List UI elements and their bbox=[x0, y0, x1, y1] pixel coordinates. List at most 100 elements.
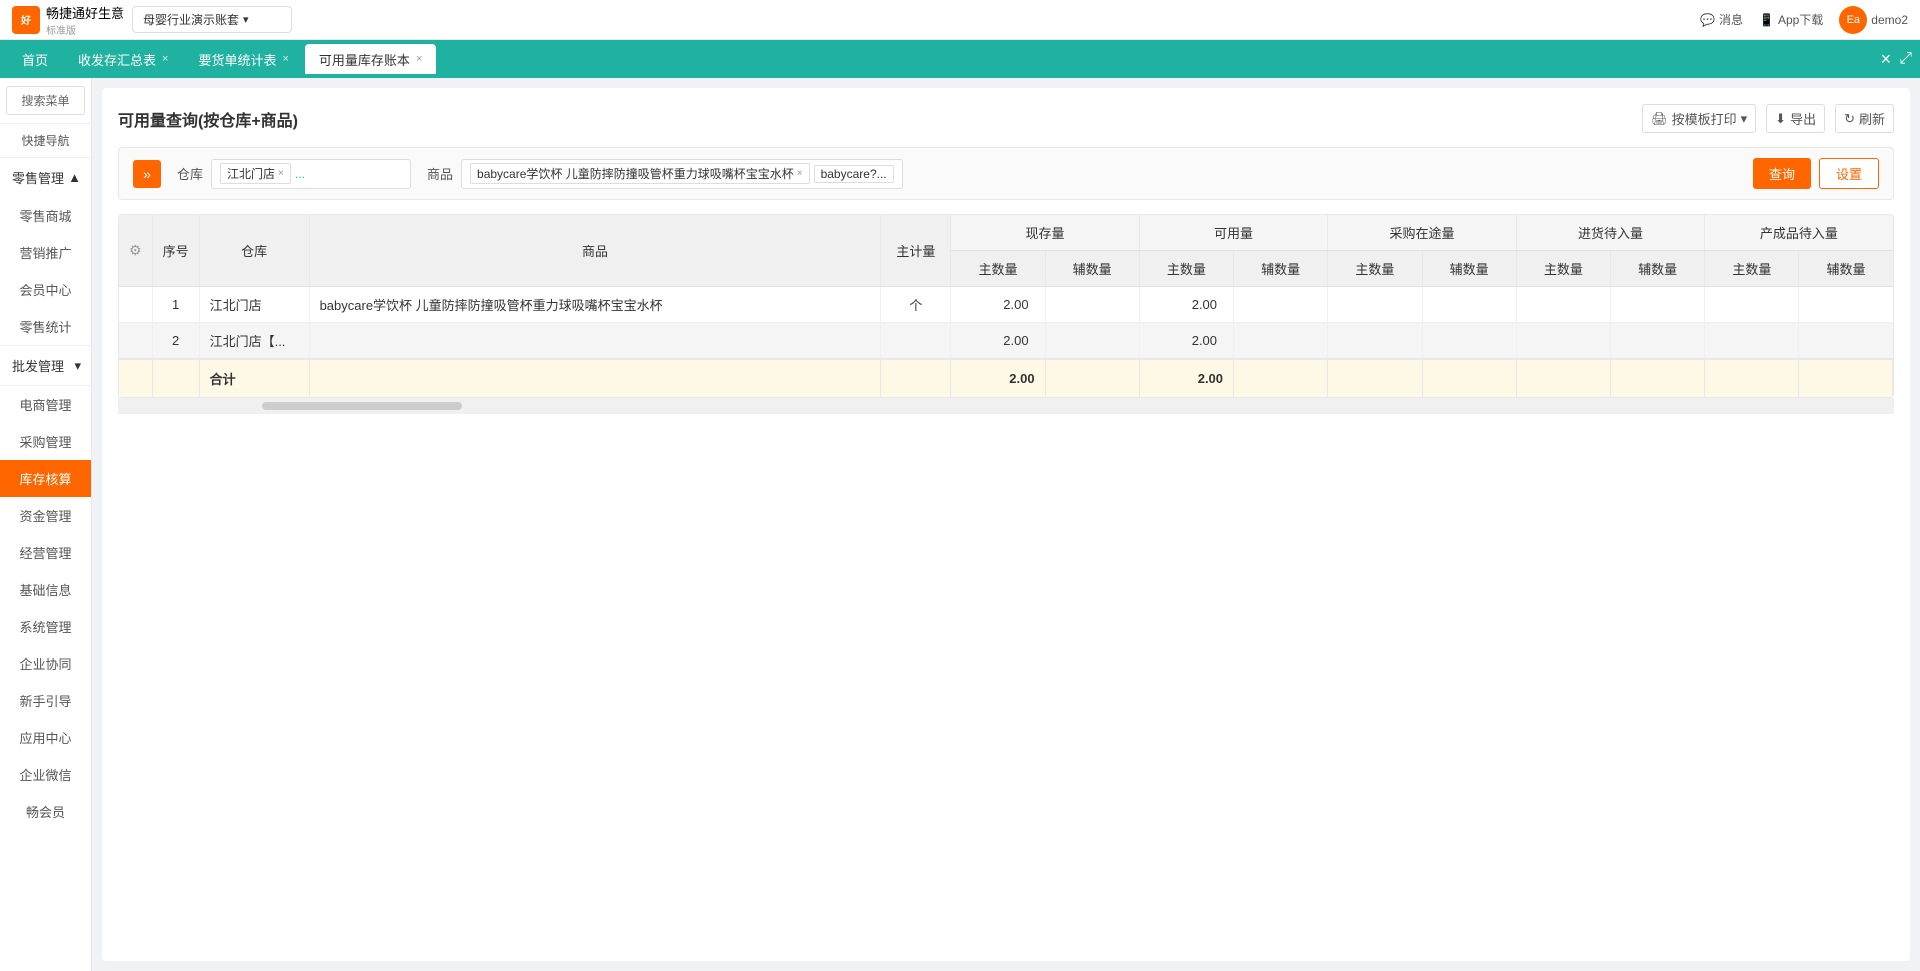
warehouse-tag-input[interactable]: 江北门店 × ... bbox=[211, 159, 411, 189]
setting-button[interactable]: 设置 bbox=[1819, 158, 1879, 189]
th-purchase-transit: 采购在途量 bbox=[1328, 215, 1516, 251]
sidebar-item-retail-stats[interactable]: 零售统计 bbox=[0, 308, 91, 345]
cell-current-sub-1 bbox=[1045, 287, 1139, 323]
th-pp-sub: 辅数量 bbox=[1610, 251, 1704, 287]
footer-prod-sub bbox=[1799, 359, 1893, 397]
message-button[interactable]: 💬 消息 bbox=[1700, 11, 1743, 28]
page-header: 可用量查询(按仓库+商品) 🖨 按模板打印 ▾ ⬇ 导出 ↻ 刷新 bbox=[118, 104, 1894, 133]
tab-home[interactable]: 首页 bbox=[8, 44, 62, 74]
warehouse-filter: 仓库 江北门店 × ... bbox=[177, 159, 411, 189]
close-all-tabs-button[interactable]: × bbox=[1881, 49, 1892, 70]
page-container: 可用量查询(按仓库+商品) 🖨 按模板打印 ▾ ⬇ 导出 ↻ 刷新 bbox=[102, 88, 1910, 961]
export-icon: ⬇ bbox=[1775, 111, 1786, 127]
sidebar-item-purchase[interactable]: 采购管理 bbox=[0, 423, 91, 460]
sidebar-section-retail-header[interactable]: 零售管理 ▲ bbox=[0, 158, 91, 197]
content-area: 可用量查询(按仓库+商品) 🖨 按模板打印 ▾ ⬇ 导出 ↻ 刷新 bbox=[92, 78, 1920, 971]
app-download-button[interactable]: 📱 App下载 bbox=[1759, 11, 1823, 28]
user-name: demo2 bbox=[1871, 13, 1908, 27]
cell-pt-main-1 bbox=[1328, 287, 1422, 323]
sidebar-item-newbie[interactable]: 新手引导 bbox=[0, 682, 91, 719]
query-button[interactable]: 查询 bbox=[1753, 158, 1811, 189]
tab-close-available[interactable]: × bbox=[416, 53, 422, 65]
user-menu[interactable]: Ea demo2 bbox=[1839, 6, 1908, 34]
footer-label: 合计 bbox=[199, 359, 309, 397]
sidebar-item-wechat[interactable]: 企业微信 bbox=[0, 756, 91, 793]
logo-text: 畅捷通好生意 标准版 bbox=[46, 3, 124, 37]
horizontal-scrollbar[interactable] bbox=[118, 398, 1894, 414]
warehouse-tag-0: 江北门店 × bbox=[220, 163, 291, 184]
export-button[interactable]: ⬇ 导出 bbox=[1766, 104, 1825, 133]
top-bar-left: 好 畅捷通好生意 标准版 母婴行业演示账套 ▾ bbox=[12, 3, 292, 37]
filter-expand-button[interactable]: » bbox=[133, 160, 161, 188]
tab-available[interactable]: 可用量库存账本 × bbox=[305, 44, 436, 74]
th-available-main: 主数量 bbox=[1139, 251, 1233, 287]
app-icon: 📱 bbox=[1759, 13, 1774, 27]
sidebar-search-area: 搜索菜单 bbox=[0, 78, 91, 124]
cell-available-sub-1 bbox=[1234, 287, 1328, 323]
sidebar-item-member[interactable]: 畅会员 bbox=[0, 793, 91, 830]
sidebar-item-finance[interactable]: 资金管理 bbox=[0, 497, 91, 534]
footer-product bbox=[309, 359, 881, 397]
avatar: Ea bbox=[1839, 6, 1867, 34]
sidebar-item-basic[interactable]: 基础信息 bbox=[0, 571, 91, 608]
cell-unit-1: 个 bbox=[881, 287, 951, 323]
th-production-pending: 产成品待入量 bbox=[1705, 215, 1893, 251]
cell-product-1: babycare学饮杯 儿童防摔防撞吸管杯重力球吸嘴杯宝宝水杯 bbox=[309, 287, 881, 323]
table-footer-row: 合计 2.00 2.00 bbox=[119, 359, 1893, 397]
footer-prod-main bbox=[1705, 359, 1799, 397]
warehouse-label: 仓库 bbox=[177, 164, 203, 183]
scroll-thumb[interactable] bbox=[262, 402, 462, 410]
sidebar-item-app-center[interactable]: 应用中心 bbox=[0, 719, 91, 756]
sidebar-item-inventory[interactable]: 库存核算 bbox=[0, 460, 91, 497]
search-menu-button[interactable]: 搜索菜单 bbox=[6, 86, 85, 115]
sidebar-item-marketing[interactable]: 营销推广 bbox=[0, 234, 91, 271]
sidebar-item-system[interactable]: 系统管理 bbox=[0, 608, 91, 645]
sidebar-item-members[interactable]: 会员中心 bbox=[0, 271, 91, 308]
cell-gear-2 bbox=[119, 323, 152, 360]
print-button[interactable]: 🖨 按模板打印 ▾ bbox=[1642, 104, 1756, 133]
product-tag-close-0[interactable]: × bbox=[797, 168, 803, 179]
th-pp-main: 主数量 bbox=[1516, 251, 1610, 287]
product-tag-input[interactable]: babycare学饮杯 儿童防摔防撞吸管杯重力球吸嘴杯宝宝水杯 × babyca… bbox=[461, 159, 903, 189]
quick-nav-button[interactable]: 快捷导航 bbox=[0, 124, 91, 158]
cell-prod-sub-2 bbox=[1799, 323, 1893, 360]
footer-gear bbox=[119, 359, 152, 397]
footer-pp-main bbox=[1516, 359, 1610, 397]
sidebar-section-wholesale-header[interactable]: 批发管理 ▾ bbox=[0, 346, 91, 385]
sidebar-section-retail: 零售管理 ▲ 零售商城 营销推广 会员中心 零售统计 bbox=[0, 158, 91, 346]
sidebar-item-ecommerce[interactable]: 电商管理 bbox=[0, 386, 91, 423]
th-purchase-pending: 进货待入量 bbox=[1516, 215, 1704, 251]
tab-order[interactable]: 要货单统计表 × bbox=[184, 44, 302, 74]
sidebar-item-operations[interactable]: 经营管理 bbox=[0, 534, 91, 571]
cell-unit-2 bbox=[881, 323, 951, 360]
page-actions: 🖨 按模板打印 ▾ ⬇ 导出 ↻ 刷新 bbox=[1642, 104, 1894, 133]
warehouse-tag-close-0[interactable]: × bbox=[278, 168, 284, 179]
footer-pt-sub bbox=[1422, 359, 1516, 397]
chevron-down-icon: ▾ bbox=[243, 13, 249, 26]
cell-available-main-2: 2.00 bbox=[1139, 323, 1233, 360]
cell-prod-sub-1 bbox=[1799, 287, 1893, 323]
tab-receive[interactable]: 收发存汇总表 × bbox=[64, 44, 182, 74]
sidebar-item-retail-mall[interactable]: 零售商城 bbox=[0, 197, 91, 234]
tab-close-order[interactable]: × bbox=[282, 53, 288, 65]
warehouse-more-btn[interactable]: ... bbox=[295, 167, 305, 181]
expand-tabs-button[interactable]: ⤢ bbox=[1899, 50, 1912, 68]
cell-current-main-1: 2.00 bbox=[951, 287, 1045, 323]
store-name: 母婴行业演示账套 bbox=[143, 11, 239, 28]
top-bar: 好 畅捷通好生意 标准版 母婴行业演示账套 ▾ 💬 消息 📱 App下载 Ea … bbox=[0, 0, 1920, 40]
table-row: 1 江北门店 babycare学饮杯 儿童防摔防撞吸管杯重力球吸嘴杯宝宝水杯 个… bbox=[119, 287, 1893, 323]
footer-available-main: 2.00 bbox=[1139, 359, 1233, 397]
nav-tabs-right: × ⤢ bbox=[1881, 49, 1912, 70]
sidebar-item-enterprise[interactable]: 企业协同 bbox=[0, 645, 91, 682]
th-pt-sub: 辅数量 bbox=[1422, 251, 1516, 287]
logo-area: 好 畅捷通好生意 标准版 bbox=[12, 3, 124, 37]
data-table: ⚙ 序号 仓库 商品 主计量 现存量 可用量 采购在途量 进货待入量 产成品待入… bbox=[119, 215, 1893, 397]
store-selector[interactable]: 母婴行业演示账套 ▾ bbox=[132, 6, 292, 33]
refresh-icon: ↻ bbox=[1844, 111, 1855, 127]
chevron-down-icon: ▾ bbox=[74, 358, 81, 374]
tab-close-receive[interactable]: × bbox=[162, 53, 168, 65]
th-prod-main: 主数量 bbox=[1705, 251, 1799, 287]
cell-prod-main-1 bbox=[1705, 287, 1799, 323]
refresh-button[interactable]: ↻ 刷新 bbox=[1835, 104, 1894, 133]
filter-area: » 仓库 江北门店 × ... 商品 babycare bbox=[118, 147, 1894, 200]
